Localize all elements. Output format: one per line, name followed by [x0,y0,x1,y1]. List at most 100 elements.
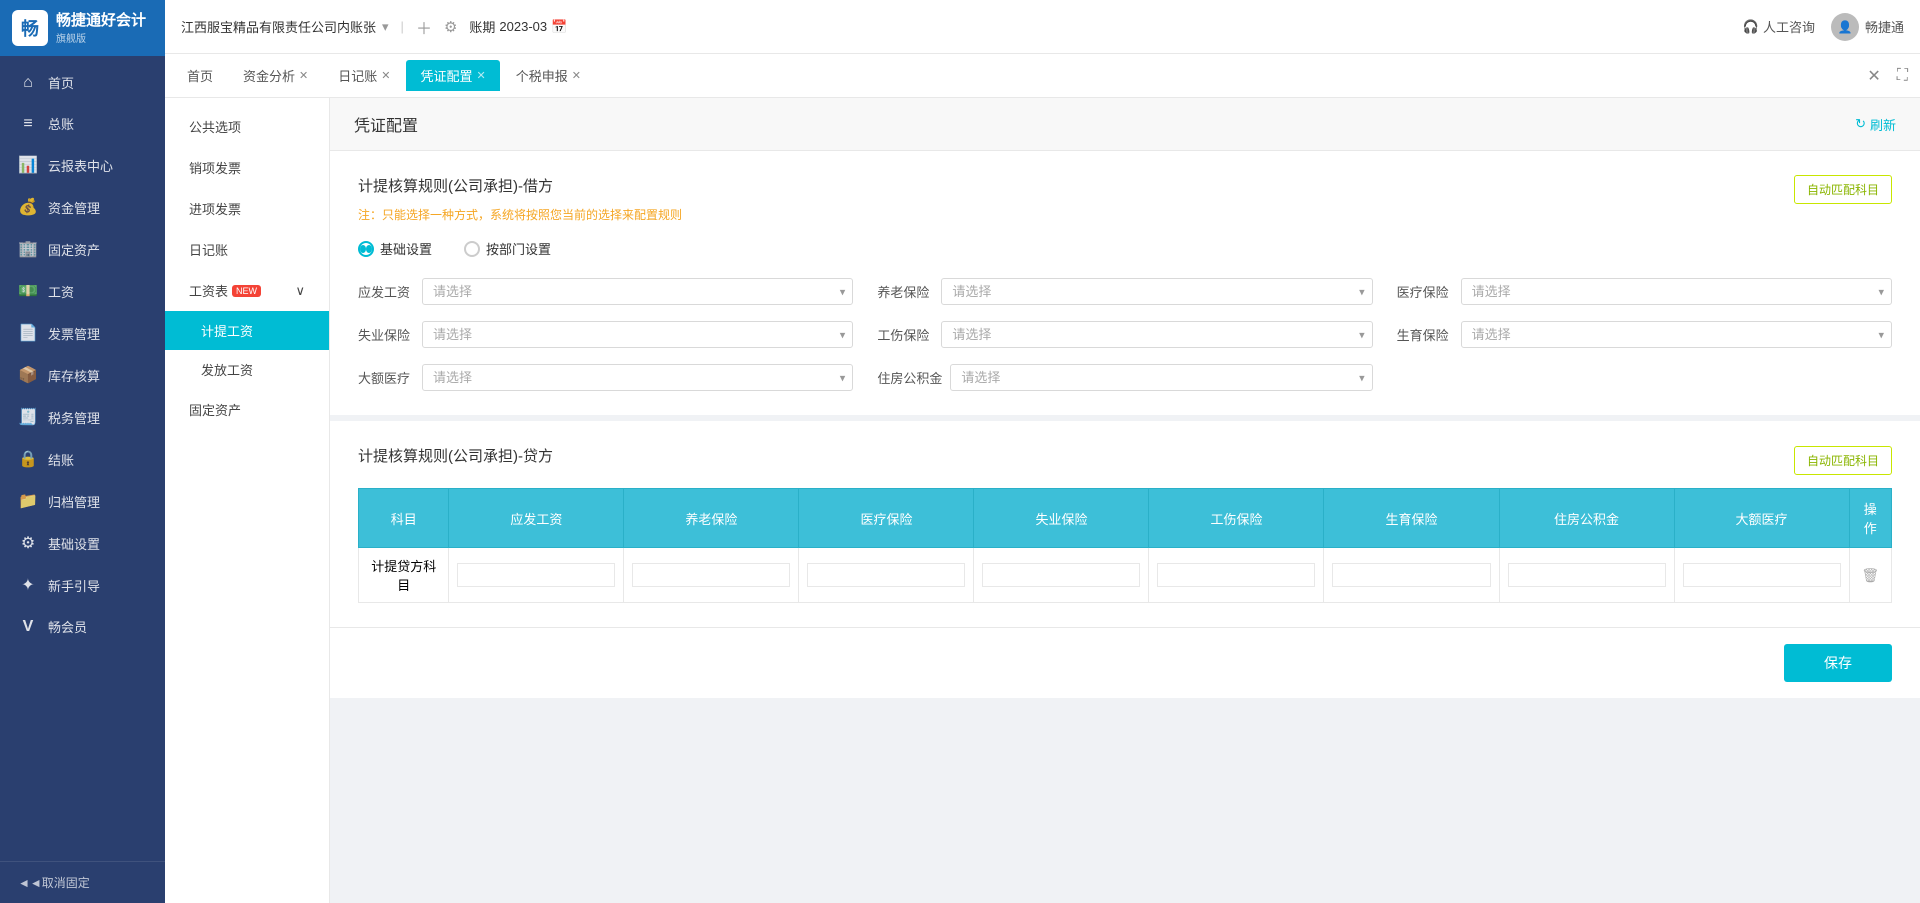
left-panel-item-purchase[interactable]: 进项发票 [165,188,329,229]
sidebar-item-inventory[interactable]: 📦 库存核算 [0,354,165,396]
left-panel-item-fixed-assets[interactable]: 固定资产 [165,389,329,430]
tab-expand-button[interactable]: ⛶ [1893,62,1912,90]
field-yfgz-select[interactable]: 请选择 [422,278,853,305]
sidebar-item-settings[interactable]: ⚙ 基础设置 [0,522,165,564]
left-panel-subitem-accrue[interactable]: 计提工资 [165,311,329,350]
sidebar-item-salary[interactable]: 💵 工资 [0,270,165,312]
sidebar-item-home[interactable]: ⌂ 首页 [0,62,165,103]
credit-auto-match-button[interactable]: 自动匹配科目 [1794,446,1892,475]
field-sybx-select-wrapper: 请选择 ▾ [422,321,853,348]
sidebar-item-label: 云报表中心 [48,156,113,175]
col-zfgjj: 住房公积金 [1499,489,1674,548]
left-panel-subitem-pay[interactable]: 发放工资 [165,350,329,389]
content-area: 公共选项 销项发票 进项发票 日记账 工资表 NEW ∨ 计提工资 发放工资 [165,98,1920,903]
tab-journal[interactable]: 日记账 ✕ [324,60,404,91]
add-icon[interactable]: ＋ [416,15,432,39]
field-sybx-select[interactable]: 请选择 [422,321,853,348]
debit-auto-match-button[interactable]: 自动匹配科目 [1794,175,1892,204]
sidebar: 畅 畅捷通好会计 旗舰版 ⌂ 首页 ≡ 总账 📊 云报表中心 💰 资金管理 🏢 … [0,0,165,903]
radio-dept[interactable]: 按部门设置 [464,239,551,258]
tab-journal-close[interactable]: ✕ [381,69,390,82]
field-ylbx-select[interactable]: 请选择 [941,278,1372,305]
col-sybx: 失业保险 [974,489,1149,548]
sidebar-item-reports[interactable]: 📊 云报表中心 [0,144,165,186]
tab-close-button[interactable]: ✕ [1863,62,1884,90]
row-ylbx2-cell [799,548,974,603]
sidebar-item-vip[interactable]: V 畅会员 [0,606,165,647]
inventory-icon: 📦 [18,365,38,385]
tab-fund-close[interactable]: ✕ [299,69,308,82]
company-selector[interactable]: 江西服宝精品有限责任公司内账张 ▾ [181,17,389,36]
tab-fund-label: 资金分析 [243,66,295,85]
row-ylbx-cell [624,548,799,603]
row-ylbx-input[interactable] [632,563,790,587]
field-ylbx2-select[interactable]: 请选择 [1461,278,1892,305]
debit-section: 自动匹配科目 计提核算规则(公司承担)-借方 注：只能选择一种方式，系统将按照您… [330,151,1920,421]
sidebar-item-label: 固定资产 [48,240,100,259]
field-daly-select[interactable]: 请选择 [422,364,853,391]
row-gsbx-input[interactable] [1157,563,1315,587]
field-zfgjj-label: 住房公积金 [877,368,942,387]
sidebar-item-archive[interactable]: 📁 归档管理 [0,480,165,522]
user-info[interactable]: 👤 畅捷通 [1831,13,1904,41]
field-daly: 大额医疗 请选择 ▾ [358,364,853,391]
sidebar-item-assets[interactable]: 🏢 固定资产 [0,228,165,270]
row-daly-cell [1674,548,1849,603]
tabbar-actions: ✕ ⛶ [1863,62,1912,90]
gear-icon[interactable]: ⚙ [444,18,457,36]
sidebar-item-guide[interactable]: ✦ 新手引导 [0,564,165,606]
sidebar-item-invoice[interactable]: 📄 发票管理 [0,312,165,354]
left-panel-item-journal[interactable]: 日记账 [165,229,329,270]
left-panel: 公共选项 销项发票 进项发票 日记账 工资表 NEW ∨ 计提工资 发放工资 [165,98,330,903]
row-sybx2-input[interactable] [1332,563,1490,587]
delete-row-button[interactable]: 🗑 [1861,567,1879,583]
save-button[interactable]: 保存 [1784,644,1892,682]
row-yfgz-input[interactable] [457,563,615,587]
refresh-button[interactable]: ↻ 刷新 [1855,115,1896,134]
field-sybx2-select[interactable]: 请选择 [1461,321,1892,348]
tab-voucher[interactable]: 凭证配置 ✕ [406,60,499,91]
credit-table: 科目 应发工资 养老保险 医疗保险 失业保险 工伤保险 生育保险 住房公积金 大… [358,488,1892,603]
row-daly-input[interactable] [1683,563,1841,587]
table-row: 计提贷方科目 🗑 [359,548,1892,603]
radio-basic[interactable]: 基础设置 [358,239,432,258]
row-sybx-input[interactable] [982,563,1140,587]
sidebar-item-funds[interactable]: 💰 资金管理 [0,186,165,228]
row-ylbx2-input[interactable] [807,563,965,587]
sidebar-item-label: 畅会员 [48,617,87,636]
row-zfgjj-input[interactable] [1508,563,1666,587]
sidebar-item-general[interactable]: ≡ 总账 [0,103,165,144]
tab-voucher-close[interactable]: ✕ [477,69,486,82]
field-zfgjj-select[interactable]: 请选择 [950,364,1372,391]
tab-tax[interactable]: 个税申报 ✕ [502,60,595,91]
avatar: 👤 [1831,13,1859,41]
field-gsbx-select[interactable]: 请选择 [941,321,1372,348]
tab-tax-close[interactable]: ✕ [572,69,581,82]
sidebar-item-tax[interactable]: 🧾 税务管理 [0,396,165,438]
left-panel-item-sales[interactable]: 销项发票 [165,147,329,188]
sidebar-item-close[interactable]: 🔒 结账 [0,438,165,480]
col-sybx2: 生育保险 [1324,489,1499,548]
col-yfgz: 应发工资 [449,489,624,548]
period-label: 账期 [469,17,495,36]
refresh-icon: ↻ [1855,116,1866,132]
field-daly-label: 大额医疗 [358,368,414,387]
left-panel-item-label: 销项发票 [189,161,241,176]
tab-home[interactable]: 首页 [173,60,227,91]
reports-icon: 📊 [18,155,38,175]
service-label: 人工咨询 [1763,17,1815,36]
sidebar-item-label: 税务管理 [48,408,100,427]
service-button[interactable]: 🎧 人工咨询 [1743,17,1815,36]
left-panel-item-label: 公共选项 [189,120,241,135]
sidebar-footer-toggle[interactable]: ◄◄取消固定 [0,861,165,903]
left-panel-subitem-label: 计提工资 [201,324,253,339]
sidebar-item-label: 资金管理 [48,198,100,217]
page-footer: 保存 [330,627,1920,698]
tab-fund[interactable]: 资金分析 ✕ [229,60,322,91]
company-name: 江西服宝精品有限责任公司内账张 [181,17,376,36]
row-action-cell: 🗑 [1849,548,1891,603]
left-panel-item-payroll[interactable]: 工资表 NEW ∨ [165,270,329,311]
calendar-icon[interactable]: 📅 [551,19,567,35]
left-panel-item-public[interactable]: 公共选项 [165,106,329,147]
general-icon: ≡ [18,115,38,133]
